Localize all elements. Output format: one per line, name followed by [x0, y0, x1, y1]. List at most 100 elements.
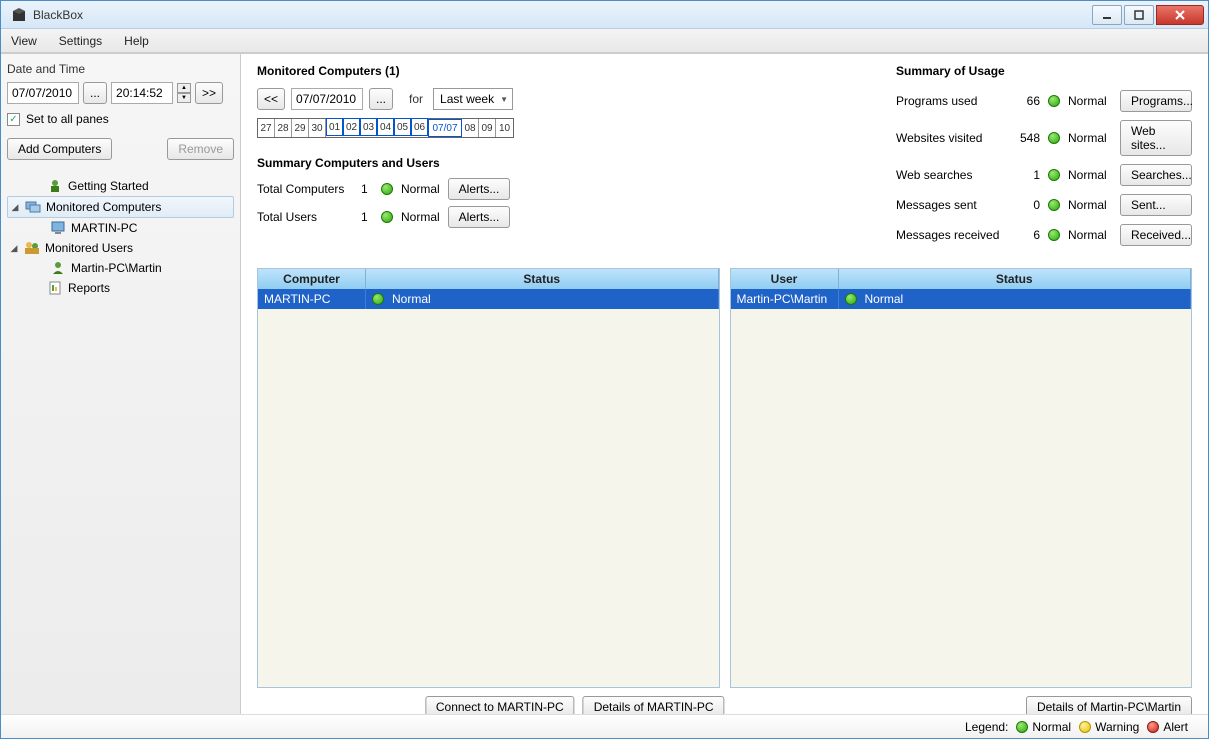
- usage-label: Messages sent: [896, 198, 1006, 212]
- alerts-computers-button[interactable]: Alerts...: [448, 178, 511, 200]
- tables-row: Computer Status MARTIN-PC Normal User St…: [257, 268, 1192, 688]
- col-status[interactable]: Status: [366, 269, 719, 289]
- day-cell[interactable]: 27: [258, 119, 275, 137]
- period-select[interactable]: Last week: [433, 88, 513, 110]
- maximize-button[interactable]: [1124, 5, 1154, 25]
- remove-button[interactable]: Remove: [167, 138, 234, 160]
- legend-warning-icon: [1079, 721, 1091, 733]
- prev-period-button[interactable]: <<: [257, 88, 285, 110]
- tree-monitored-users[interactable]: ◢ Monitored Users: [7, 238, 234, 258]
- usage-label: Messages received: [896, 228, 1006, 242]
- day-cell[interactable]: 06: [411, 118, 428, 136]
- time-spinner[interactable]: ▲▼: [177, 83, 191, 103]
- total-users-label: Total Users: [257, 210, 353, 224]
- menu-view[interactable]: View: [7, 32, 41, 50]
- received-button[interactable]: Received...: [1120, 224, 1192, 246]
- menu-settings[interactable]: Settings: [55, 32, 106, 50]
- time-input[interactable]: 20:14:52: [111, 82, 173, 104]
- status-dot-icon: [1048, 229, 1060, 241]
- usage-label: Websites visited: [896, 131, 1006, 145]
- main-date-input[interactable]: 07/07/2010: [291, 88, 363, 110]
- searches-button[interactable]: Searches...: [1120, 164, 1192, 186]
- usage-value: 66: [1014, 94, 1040, 108]
- day-cell[interactable]: 08: [462, 119, 479, 137]
- content: Date and Time 07/07/2010 ... 20:14:52 ▲▼…: [1, 53, 1208, 714]
- date-picker-button[interactable]: ...: [83, 82, 107, 104]
- usage-value: 6: [1014, 228, 1040, 242]
- minimize-button[interactable]: [1092, 5, 1122, 25]
- day-cell[interactable]: 30: [309, 119, 326, 137]
- day-cell[interactable]: 10: [496, 119, 513, 137]
- reports-icon: [47, 280, 63, 296]
- menu-help[interactable]: Help: [120, 32, 153, 50]
- day-cell[interactable]: 02: [343, 118, 360, 136]
- legend-warning: Warning: [1095, 720, 1139, 734]
- websites-button[interactable]: Web sites...: [1120, 120, 1192, 156]
- status-dot-icon: [1048, 95, 1060, 107]
- col-user[interactable]: User: [731, 269, 839, 289]
- legend-bar: Legend: Normal Warning Alert: [1, 714, 1208, 738]
- computers-icon: [25, 199, 41, 215]
- page-title: Monitored Computers (1): [257, 64, 514, 78]
- day-cell[interactable]: 01: [326, 118, 343, 136]
- day-cell[interactable]: 29: [292, 119, 309, 137]
- usage-value: 0: [1014, 198, 1040, 212]
- computer-icon: [50, 220, 66, 236]
- day-cell[interactable]: 04: [377, 118, 394, 136]
- day-strip[interactable]: 27 28 29 30 01 02 03 04 05 06 07/07 08 0…: [257, 118, 514, 138]
- programs-button[interactable]: Programs...: [1120, 90, 1192, 112]
- day-cell-today[interactable]: 07/07: [428, 119, 462, 137]
- alerts-users-button[interactable]: Alerts...: [448, 206, 511, 228]
- day-cell[interactable]: 28: [275, 119, 292, 137]
- legend-normal-icon: [1016, 721, 1028, 733]
- col-computer[interactable]: Computer: [258, 269, 366, 289]
- users-icon: [24, 240, 40, 256]
- legend-alert: Alert: [1163, 720, 1188, 734]
- table-row[interactable]: Martin-PC\Martin Normal: [731, 289, 1192, 309]
- day-cell[interactable]: 03: [360, 118, 377, 136]
- usage-heading: Summary of Usage: [896, 64, 1192, 78]
- col-status[interactable]: Status: [839, 269, 1192, 289]
- for-label: for: [409, 92, 423, 106]
- day-cell[interactable]: 09: [479, 119, 496, 137]
- cell-user-name: Martin-PC\Martin: [731, 289, 839, 309]
- left-summary: Monitored Computers (1) << 07/07/2010 ..…: [257, 64, 514, 254]
- add-computers-button[interactable]: Add Computers: [7, 138, 112, 160]
- close-button[interactable]: [1156, 5, 1204, 25]
- nav-tree: Getting Started ◢ Monitored Computers MA…: [7, 176, 234, 298]
- usage-value: 1: [1014, 168, 1040, 182]
- tree-martin-pc[interactable]: MARTIN-PC: [7, 218, 234, 238]
- status-dot-icon: [381, 211, 393, 223]
- usage-summary: Summary of Usage Programs used 66 Normal…: [896, 64, 1192, 254]
- legend-normal: Normal: [1032, 720, 1071, 734]
- users-table: User Status Martin-PC\Martin Normal: [730, 268, 1193, 688]
- tree-reports[interactable]: Reports: [7, 278, 234, 298]
- total-users-status: Normal: [401, 210, 440, 224]
- connect-button[interactable]: Connect to MARTIN-PC: [425, 696, 575, 714]
- legend-alert-icon: [1147, 721, 1159, 733]
- date-input[interactable]: 07/07/2010: [7, 82, 79, 104]
- main-date-picker-button[interactable]: ...: [369, 88, 393, 110]
- status-dot-icon: [1048, 169, 1060, 181]
- go-button[interactable]: >>: [195, 82, 223, 104]
- usage-value: 548: [1014, 131, 1040, 145]
- usage-status: Normal: [1068, 131, 1112, 145]
- status-dot-icon: [381, 183, 393, 195]
- tree-getting-started[interactable]: Getting Started: [7, 176, 234, 196]
- set-all-panes-label: Set to all panes: [26, 112, 109, 126]
- app-window: BlackBox View Settings Help Date and Tim…: [0, 0, 1209, 739]
- table-row[interactable]: MARTIN-PC Normal: [258, 289, 719, 309]
- sent-button[interactable]: Sent...: [1120, 194, 1192, 216]
- cell-status: Normal: [865, 292, 904, 306]
- tree-martin-user[interactable]: Martin-PC\Martin: [7, 258, 234, 278]
- day-cell[interactable]: 05: [394, 118, 411, 136]
- cell-status: Normal: [392, 292, 431, 306]
- usage-label: Web searches: [896, 168, 1006, 182]
- sidebar: Date and Time 07/07/2010 ... 20:14:52 ▲▼…: [1, 54, 241, 714]
- details-pc-button[interactable]: Details of MARTIN-PC: [583, 696, 725, 714]
- tree-monitored-computers[interactable]: ◢ Monitored Computers: [7, 196, 234, 218]
- details-user-button[interactable]: Details of Martin-PC\Martin: [1026, 696, 1192, 714]
- window-controls: [1090, 5, 1204, 25]
- usage-label: Programs used: [896, 94, 1006, 108]
- set-all-panes-checkbox[interactable]: ✓: [7, 113, 20, 126]
